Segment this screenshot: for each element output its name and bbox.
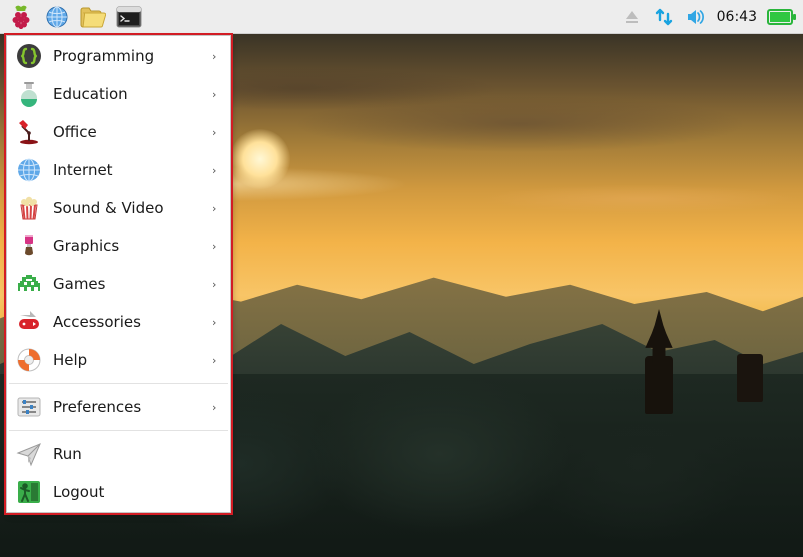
battery-icon [767, 9, 797, 25]
network-indicator[interactable] [653, 6, 675, 28]
taskbar: 06:43 [0, 0, 803, 34]
volume-icon [686, 8, 706, 26]
application-menu: Programming › Education › Office › Inter… [6, 35, 231, 513]
system-tray: 06:43 [621, 6, 797, 28]
network-updown-icon [654, 7, 674, 27]
folder-icon [80, 6, 106, 28]
menu-item-sound-video[interactable]: Sound & Video › [7, 189, 230, 227]
menu-item-office[interactable]: Office › [7, 113, 230, 151]
menu-item-graphics[interactable]: Graphics › [7, 227, 230, 265]
menu-item-label: Accessories [53, 313, 202, 331]
menu-item-label: Education [53, 85, 202, 103]
exit-door-icon [15, 478, 43, 506]
terminal-launcher[interactable] [114, 3, 144, 31]
submenu-arrow-icon: › [212, 316, 222, 329]
battery-indicator[interactable] [767, 6, 797, 28]
raspberry-icon [10, 5, 32, 29]
submenu-arrow-icon: › [212, 240, 222, 253]
eject-media-button[interactable] [621, 6, 643, 28]
menu-item-internet[interactable]: Internet › [7, 151, 230, 189]
swiss-knife-icon [15, 308, 43, 336]
menu-item-logout[interactable]: Logout [7, 473, 230, 511]
menu-separator [9, 383, 228, 384]
menu-item-games[interactable]: Games › [7, 265, 230, 303]
sliders-icon [15, 393, 43, 421]
submenu-arrow-icon: › [212, 50, 222, 63]
submenu-arrow-icon: › [212, 164, 222, 177]
menu-item-label: Programming [53, 47, 202, 65]
menu-item-label: Preferences [53, 398, 202, 416]
menu-item-label: Internet [53, 161, 202, 179]
menu-item-accessories[interactable]: Accessories › [7, 303, 230, 341]
menu-item-label: Games [53, 275, 202, 293]
menu-item-label: Help [53, 351, 202, 369]
file-manager-launcher[interactable] [78, 3, 108, 31]
menu-item-run[interactable]: Run [7, 435, 230, 473]
lifebuoy-icon [15, 346, 43, 374]
globe-icon [15, 156, 43, 184]
code-braces-icon [15, 42, 43, 70]
taskbar-launchers [6, 3, 144, 31]
paper-plane-icon [15, 440, 43, 468]
globe-icon [45, 5, 69, 29]
web-browser-launcher[interactable] [42, 3, 72, 31]
popcorn-icon [15, 194, 43, 222]
submenu-arrow-icon: › [212, 126, 222, 139]
menu-item-education[interactable]: Education › [7, 75, 230, 113]
menu-item-label: Office [53, 123, 202, 141]
submenu-arrow-icon: › [212, 278, 222, 291]
menu-item-preferences[interactable]: Preferences › [7, 388, 230, 426]
submenu-arrow-icon: › [212, 202, 222, 215]
app-menu-button[interactable] [6, 3, 36, 31]
desk-lamp-icon [15, 118, 43, 146]
submenu-arrow-icon: › [212, 401, 222, 414]
clock[interactable]: 06:43 [717, 9, 757, 25]
menu-item-label: Graphics [53, 237, 202, 255]
submenu-arrow-icon: › [212, 88, 222, 101]
menu-item-label: Sound & Video [53, 199, 202, 217]
terminal-icon [116, 6, 142, 28]
submenu-arrow-icon: › [212, 354, 222, 367]
menu-item-label: Logout [53, 483, 202, 501]
paintbrush-icon [15, 232, 43, 260]
space-invader-icon [15, 270, 43, 298]
menu-item-label: Run [53, 445, 202, 463]
menu-item-help[interactable]: Help › [7, 341, 230, 379]
eject-icon [623, 8, 641, 26]
menu-item-programming[interactable]: Programming › [7, 37, 230, 75]
volume-indicator[interactable] [685, 6, 707, 28]
flask-icon [15, 80, 43, 108]
menu-separator [9, 430, 228, 431]
